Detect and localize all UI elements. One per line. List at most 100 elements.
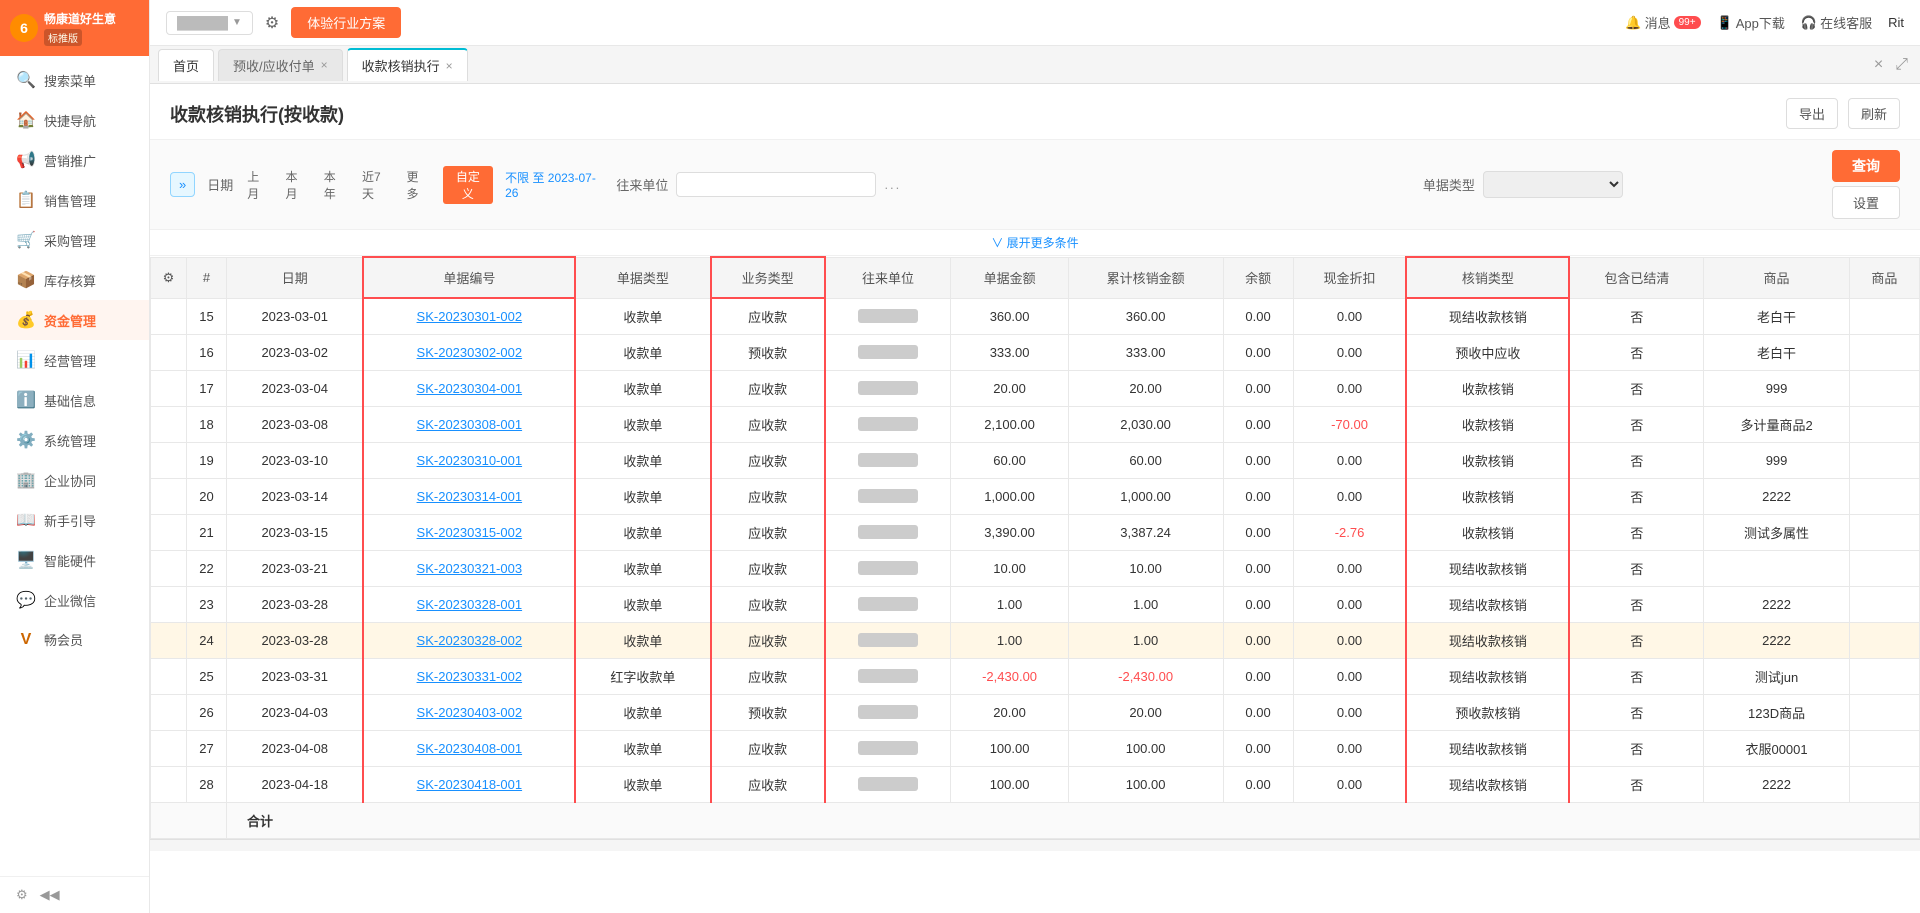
gear-icon[interactable]: ⚙ bbox=[265, 13, 279, 33]
sidebar-item-basic[interactable]: ℹ️ 基础信息 bbox=[0, 380, 149, 420]
table-cell: 0.00 bbox=[1293, 335, 1406, 371]
table-cell: 0.00 bbox=[1223, 659, 1293, 695]
expand-more-conditions[interactable]: ∨ 展开更多条件 bbox=[150, 230, 1920, 256]
table-cell[interactable]: SK-20230315-002 bbox=[363, 515, 575, 551]
table-cell[interactable]: SK-20230304-001 bbox=[363, 371, 575, 407]
counterpart-input[interactable] bbox=[676, 172, 876, 197]
sidebar-item-search[interactable]: 🔍 搜索菜单 bbox=[0, 60, 149, 100]
refresh-button[interactable]: 刷新 bbox=[1848, 98, 1900, 129]
table-cell: 27 bbox=[187, 731, 227, 767]
table-cell: 否 bbox=[1569, 335, 1703, 371]
sidebar-item-finance[interactable]: 💰 资金管理 bbox=[0, 300, 149, 340]
filter-toggle-button[interactable]: » bbox=[170, 172, 195, 197]
table-cell bbox=[1849, 335, 1919, 371]
table-cell[interactable]: SK-20230328-002 bbox=[363, 623, 575, 659]
table-cell: 测试jun bbox=[1704, 659, 1849, 695]
date-filter-label: 日期 bbox=[207, 175, 233, 194]
tab-prepay-close[interactable]: × bbox=[321, 58, 328, 72]
table-cell: 0.00 bbox=[1293, 551, 1406, 587]
sidebar-item-marketing[interactable]: 📢 营销推广 bbox=[0, 140, 149, 180]
table-row: 262023-04-03SK-20230403-002收款单预收款█████20… bbox=[151, 695, 1920, 731]
table-cell: 多计量商品2 bbox=[1704, 407, 1849, 443]
app-download[interactable]: 📱 App下载 bbox=[1717, 13, 1785, 32]
sidebar-item-sales[interactable]: 📋 销售管理 bbox=[0, 180, 149, 220]
more-date-btn[interactable]: 更多 bbox=[400, 166, 434, 204]
table-cell: 1.00 bbox=[1068, 623, 1223, 659]
table-cell: 否 bbox=[1569, 767, 1703, 803]
table-cell: 2023-03-28 bbox=[227, 623, 364, 659]
table-cell: █████ bbox=[825, 551, 951, 587]
online-service-label: 在线客服 bbox=[1820, 13, 1872, 32]
sidebar-item-operation[interactable]: 📊 经营管理 bbox=[0, 340, 149, 380]
table-cell: 1,000.00 bbox=[951, 479, 1068, 515]
table-cell: 2023-03-08 bbox=[227, 407, 364, 443]
sidebar-item-guide[interactable]: 📖 新手引导 bbox=[0, 500, 149, 540]
filter-settings-button[interactable]: 设置 bbox=[1832, 186, 1900, 219]
table-scrollbar[interactable] bbox=[150, 839, 1920, 851]
sidebar-item-system[interactable]: ⚙️ 系统管理 bbox=[0, 420, 149, 460]
this-year-btn[interactable]: 本年 bbox=[318, 166, 352, 204]
sidebar-item-wechat[interactable]: 💬 企业微信 bbox=[0, 580, 149, 620]
table-cell bbox=[151, 587, 187, 623]
tab-expand-button[interactable]: ⤢ bbox=[1891, 52, 1912, 78]
table-cell[interactable]: SK-20230331-002 bbox=[363, 659, 575, 695]
tab-writeoff-close[interactable]: × bbox=[446, 59, 453, 73]
table-cell[interactable]: SK-20230403-002 bbox=[363, 695, 575, 731]
date-range-text: 不限 至 2023-07-26 bbox=[505, 169, 604, 200]
last-month-btn[interactable]: 上月 bbox=[241, 166, 275, 204]
custom-date-button[interactable]: 自定义 bbox=[443, 166, 493, 204]
table-cell[interactable]: SK-20230301-002 bbox=[363, 298, 575, 335]
sidebar: 6 畅康道好生意 标推版 🔍 搜索菜单 🏠 快捷导航 📢 营销推广 📋 销售管理… bbox=[0, 0, 150, 913]
app-badge: 标推版 bbox=[44, 29, 82, 46]
table-cell: 2023-03-15 bbox=[227, 515, 364, 551]
table-cell bbox=[1849, 659, 1919, 695]
tab-prepay[interactable]: 预收/应收付单 × bbox=[218, 49, 343, 81]
col-header-amount: 单据金额 bbox=[951, 257, 1068, 298]
query-button[interactable]: 查询 bbox=[1832, 150, 1900, 182]
sidebar-item-inventory[interactable]: 📦 库存核算 bbox=[0, 260, 149, 300]
table-cell[interactable]: SK-20230328-001 bbox=[363, 587, 575, 623]
industry-solution-button[interactable]: 体验行业方案 bbox=[291, 7, 401, 38]
table-cell: 应收款 bbox=[711, 623, 825, 659]
table-cell: 否 bbox=[1569, 407, 1703, 443]
sidebar-item-shortcut[interactable]: 🏠 快捷导航 bbox=[0, 100, 149, 140]
notifications[interactable]: 🔔 消息 99+ bbox=[1625, 13, 1700, 32]
this-month-btn[interactable]: 本月 bbox=[280, 166, 314, 204]
last-7-days-btn[interactable]: 近7天 bbox=[356, 166, 396, 204]
table-cell[interactable]: SK-20230314-001 bbox=[363, 479, 575, 515]
sidebar-item-purchase[interactable]: 🛒 采购管理 bbox=[0, 220, 149, 260]
table-cell[interactable]: SK-20230308-001 bbox=[363, 407, 575, 443]
table-cell: 0.00 bbox=[1223, 515, 1293, 551]
table-cell[interactable]: SK-20230310-001 bbox=[363, 443, 575, 479]
col-header-num: # bbox=[187, 257, 227, 298]
table-cell: 衣服00001 bbox=[1704, 731, 1849, 767]
online-service[interactable]: 🎧 在线客服 bbox=[1801, 13, 1872, 32]
settings-icon[interactable]: ⚙ bbox=[16, 887, 28, 903]
tab-home[interactable]: 首页 bbox=[158, 49, 214, 81]
export-button[interactable]: 导出 bbox=[1786, 98, 1838, 129]
table-cell: 0.00 bbox=[1293, 695, 1406, 731]
sidebar-item-inventory-label: 库存核算 bbox=[44, 271, 96, 290]
table-cell[interactable]: SK-20230418-001 bbox=[363, 767, 575, 803]
col-header-gear[interactable]: ⚙ bbox=[151, 257, 187, 298]
collapse-icon[interactable]: ◀◀ bbox=[40, 887, 60, 903]
receipt-type-select[interactable] bbox=[1483, 171, 1623, 198]
user-menu[interactable]: Rit bbox=[1888, 15, 1904, 30]
sidebar-item-member[interactable]: V 畅会员 bbox=[0, 620, 149, 659]
table-cell[interactable]: SK-20230408-001 bbox=[363, 731, 575, 767]
table-header-row: ⚙ # 日期 单据编号 单据类型 业务类型 往来单位 单据金额 累计核销金额 余… bbox=[151, 257, 1920, 298]
company-selector[interactable]: ██████ ▼ bbox=[166, 11, 253, 35]
tab-close-all-button[interactable]: × bbox=[1870, 52, 1887, 78]
sidebar-item-enterprise[interactable]: 🏢 企业协同 bbox=[0, 460, 149, 500]
table-cell: 18 bbox=[187, 407, 227, 443]
col-header-product2: 商品 bbox=[1849, 257, 1919, 298]
table-cell: 1.00 bbox=[1068, 587, 1223, 623]
table-row: 152023-03-01SK-20230301-002收款单应收款█████36… bbox=[151, 298, 1920, 335]
table-cell bbox=[1849, 371, 1919, 407]
sidebar-item-hardware[interactable]: 🖥️ 智能硬件 bbox=[0, 540, 149, 580]
table-cell[interactable]: SK-20230302-002 bbox=[363, 335, 575, 371]
table-cell: 100.00 bbox=[1068, 731, 1223, 767]
table-cell[interactable]: SK-20230321-003 bbox=[363, 551, 575, 587]
table-cell: 20.00 bbox=[951, 695, 1068, 731]
tab-writeoff[interactable]: 收款核销执行 × bbox=[347, 48, 468, 81]
